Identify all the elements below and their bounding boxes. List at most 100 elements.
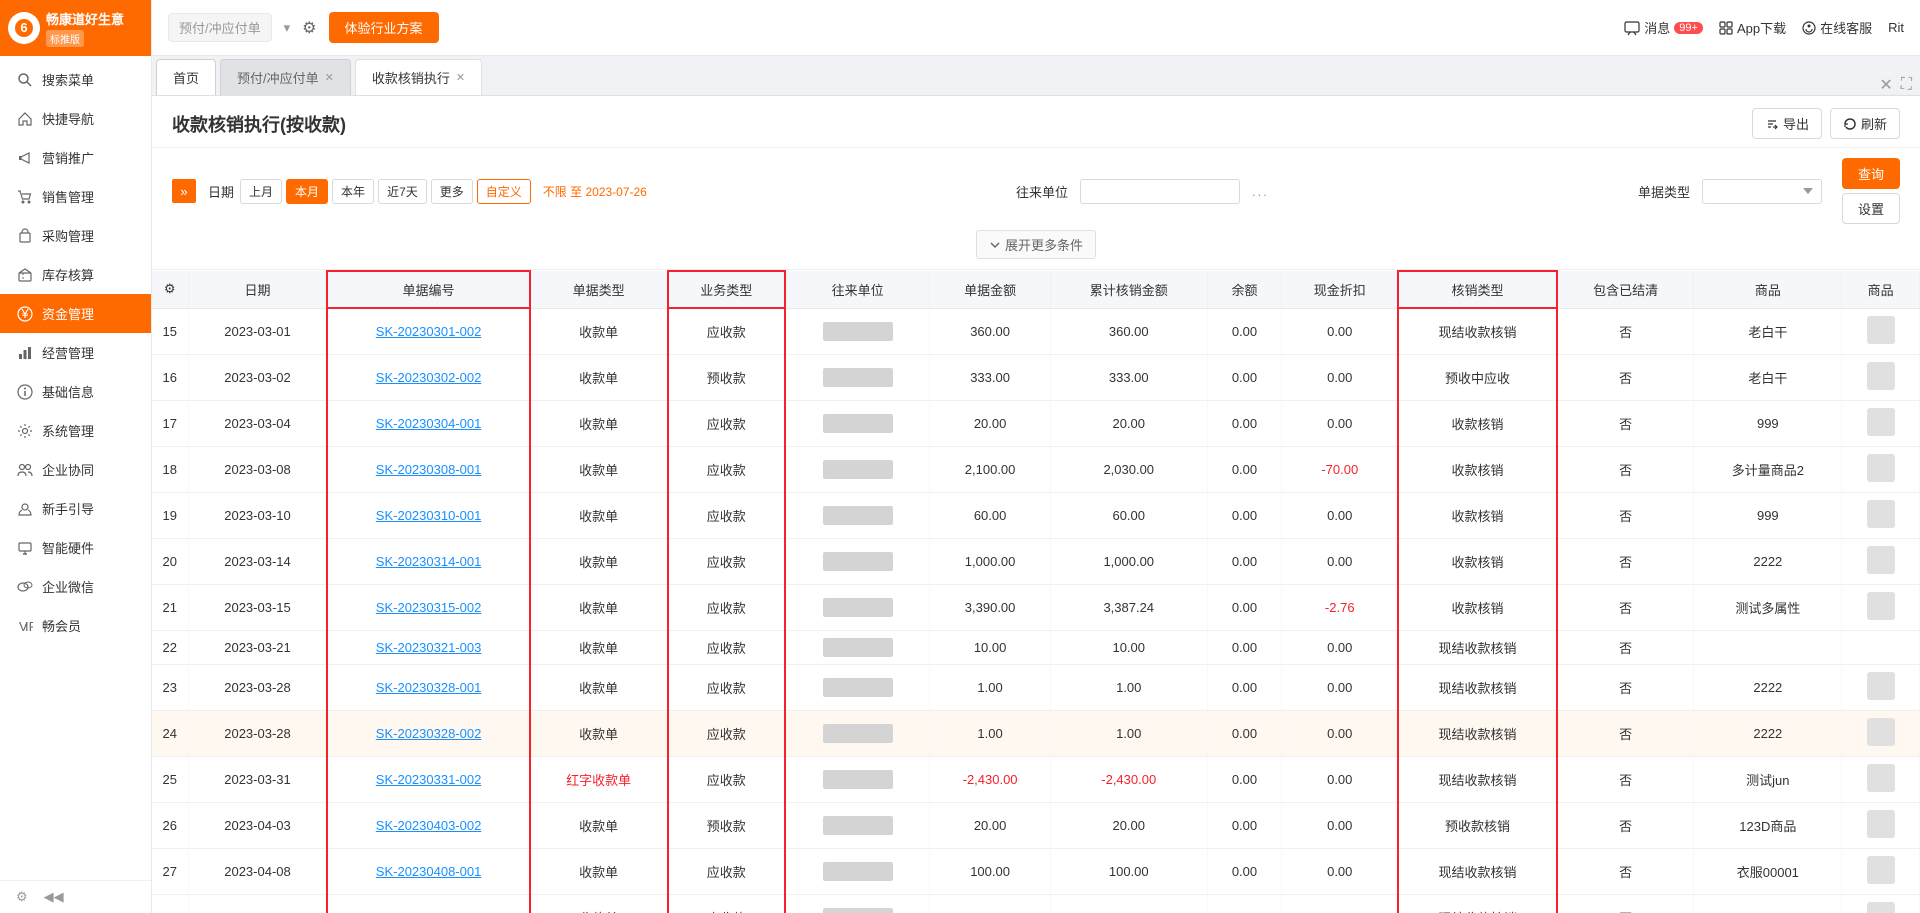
table-row[interactable]: 242023-03-28SK-20230328-002收款单应收款 1.001.… xyxy=(152,710,1920,756)
table-row[interactable]: 152023-03-01SK-20230301-002收款单应收款 360.00… xyxy=(152,308,1920,354)
sidebar-item-sales[interactable]: 销售管理 xyxy=(0,177,151,216)
info-icon xyxy=(16,383,34,401)
sidebar-item-guide[interactable]: 新手引导 xyxy=(0,489,151,528)
doc-type-select[interactable] xyxy=(1702,179,1822,204)
sidebar-item-wechat[interactable]: 企业微信 xyxy=(0,567,151,606)
expand-filter-btn[interactable]: 展开更多条件 xyxy=(976,230,1096,259)
partner-mask xyxy=(823,678,893,697)
col-date-header[interactable]: 日期 xyxy=(188,271,327,308)
sidebar-item-member[interactable]: VIP 畅会员 xyxy=(0,606,151,645)
table-row[interactable]: 262023-04-03SK-20230403-002收款单预收款 20.002… xyxy=(152,802,1920,848)
docno-cell[interactable]: SK-20230403-002 xyxy=(327,802,529,848)
col-goods2-header[interactable]: 商品 xyxy=(1842,271,1920,308)
refresh-btn[interactable]: 刷新 xyxy=(1830,108,1900,139)
tab-close-window-icon[interactable]: ✕ xyxy=(1879,75,1892,95)
col-amount-header[interactable]: 单据金额 xyxy=(930,271,1050,308)
collapse-icon[interactable]: ◀◀ xyxy=(44,889,64,905)
partner-input[interactable] xyxy=(1080,179,1240,204)
doctype-cell: 红字收款单 xyxy=(530,756,668,802)
app-download-btn[interactable]: App下载 xyxy=(1719,18,1786,37)
table-row[interactable]: 172023-03-04SK-20230304-001收款单应收款 20.002… xyxy=(152,400,1920,446)
docno-cell[interactable]: SK-20230304-001 xyxy=(327,400,529,446)
app-label: App下载 xyxy=(1737,18,1786,37)
table-row[interactable]: 252023-03-31SK-20230331-002红字收款单应收款 -2,4… xyxy=(152,756,1920,802)
docno-cell[interactable]: SK-20230302-002 xyxy=(327,354,529,400)
col-balance-header[interactable]: 余额 xyxy=(1207,271,1282,308)
table-row[interactable]: 212023-03-15SK-20230315-002收款单应收款 3,390.… xyxy=(152,584,1920,630)
date-btn-last-month[interactable]: 上月 xyxy=(240,179,282,204)
col-canceltype-header[interactable]: 核销类型 xyxy=(1398,271,1557,308)
date-btn-this-month[interactable]: 本月 xyxy=(286,179,328,204)
balance-cell: 0.00 xyxy=(1207,802,1282,848)
sidebar-item-finance[interactable]: ¥ 资金管理 xyxy=(0,294,151,333)
discount-cell: 0.00 xyxy=(1282,664,1399,710)
table-row[interactable]: 222023-03-21SK-20230321-003收款单应收款 10.001… xyxy=(152,630,1920,664)
tab-prepay[interactable]: 预付/冲应付单 ✕ xyxy=(220,59,351,95)
date-btn-7days[interactable]: 近7天 xyxy=(378,179,427,204)
sidebar-item-inventory[interactable]: 库存核算 xyxy=(0,255,151,294)
sidebar-item-purchase[interactable]: 采购管理 xyxy=(0,216,151,255)
col-goods1-header[interactable]: 商品 xyxy=(1694,271,1842,308)
col-docno-header[interactable]: 单据编号 xyxy=(327,271,529,308)
goods1-cell: 2222 xyxy=(1694,710,1842,756)
gear-icon[interactable]: ⚙ xyxy=(302,18,316,38)
table-row[interactable]: 182023-03-08SK-20230308-001收款单应收款 2,100.… xyxy=(152,446,1920,492)
tab-prepay-close[interactable]: ✕ xyxy=(325,71,334,84)
filter-settings-btn[interactable]: 设置 xyxy=(1842,193,1900,224)
sidebar-item-quicknav[interactable]: 快捷导航 xyxy=(0,99,151,138)
sidebar-item-marketing[interactable]: 营销推广 xyxy=(0,138,151,177)
date-btn-custom[interactable]: 自定义 xyxy=(477,179,531,204)
docno-cell[interactable]: SK-20230418-001 xyxy=(327,894,529,913)
docno-cell[interactable]: SK-20230321-003 xyxy=(327,630,529,664)
table-row[interactable]: 232023-03-28SK-20230328-001收款单应收款 1.001.… xyxy=(152,664,1920,710)
docno-cell[interactable]: SK-20230314-001 xyxy=(327,538,529,584)
query-btn[interactable]: 查询 xyxy=(1842,158,1900,189)
table-row[interactable]: 202023-03-14SK-20230314-001收款单应收款 1,000.… xyxy=(152,538,1920,584)
col-discount-header[interactable]: 现金折扣 xyxy=(1282,271,1399,308)
sidebar-item-collab[interactable]: 企业协同 xyxy=(0,450,151,489)
table-row[interactable]: 282023-04-18SK-20230418-001收款单应收款 100.00… xyxy=(152,894,1920,913)
col-settings-header[interactable]: ⚙ xyxy=(152,271,188,308)
service-btn[interactable]: 在线客服 xyxy=(1802,18,1872,37)
sidebar-item-basic[interactable]: 基础信息 xyxy=(0,372,151,411)
docno-cell[interactable]: SK-20230328-002 xyxy=(327,710,529,756)
col-settled-header[interactable]: 包含已结清 xyxy=(1557,271,1694,308)
docno-cell[interactable]: SK-20230310-001 xyxy=(327,492,529,538)
tab-collect[interactable]: 收款核销执行 ✕ xyxy=(355,59,482,95)
col-biztype-header[interactable]: 业务类型 xyxy=(668,271,785,308)
col-doctype-header[interactable]: 单据类型 xyxy=(530,271,668,308)
docno-cell[interactable]: SK-20230328-001 xyxy=(327,664,529,710)
date-btn-this-year[interactable]: 本年 xyxy=(332,179,374,204)
col-partner-header[interactable]: 往来单位 xyxy=(785,271,930,308)
messages-btn[interactable]: 消息 99+ xyxy=(1624,18,1703,37)
docno-cell[interactable]: SK-20230331-002 xyxy=(327,756,529,802)
tab-collect-close[interactable]: ✕ xyxy=(456,71,465,84)
goods1-cell: 999 xyxy=(1694,492,1842,538)
date-cell: 2023-03-21 xyxy=(188,630,327,664)
docno-cell[interactable]: SK-20230315-002 xyxy=(327,584,529,630)
table-row[interactable]: 162023-03-02SK-20230302-002收款单预收款 333.00… xyxy=(152,354,1920,400)
export-btn[interactable]: 导出 xyxy=(1752,108,1822,139)
industry-btn[interactable]: 体验行业方案 xyxy=(329,12,439,43)
amount-cell: 100.00 xyxy=(930,848,1050,894)
sidebar-item-hardware[interactable]: 智能硬件 xyxy=(0,528,151,567)
goods1-cell: 测试jun xyxy=(1694,756,1842,802)
sidebar-item-system[interactable]: 系统管理 xyxy=(0,411,151,450)
docno-cell[interactable]: SK-20230308-001 xyxy=(327,446,529,492)
canceltype-cell: 收款核销 xyxy=(1398,446,1557,492)
date-btn-more[interactable]: 更多 xyxy=(431,179,473,204)
table-row[interactable]: 272023-04-08SK-20230408-001收款单应收款 100.00… xyxy=(152,848,1920,894)
seq-cell: 21 xyxy=(152,584,188,630)
sidebar-item-search[interactable]: 搜索菜单 xyxy=(0,60,151,99)
table-row[interactable]: 192023-03-10SK-20230310-001收款单应收款 60.006… xyxy=(152,492,1920,538)
tab-home[interactable]: 首页 xyxy=(156,59,216,95)
docno-cell[interactable]: SK-20230301-002 xyxy=(327,308,529,354)
settings-bottom-icon[interactable]: ⚙ xyxy=(16,889,28,905)
tab-maximize-icon[interactable]: ⛶ xyxy=(1901,76,1912,94)
sidebar-item-operation[interactable]: 经营管理 xyxy=(0,333,151,372)
docno-cell[interactable]: SK-20230408-001 xyxy=(327,848,529,894)
col-accum-header[interactable]: 累计核销金额 xyxy=(1050,271,1207,308)
accum-cell: 1,000.00 xyxy=(1050,538,1207,584)
filter-toggle-btn[interactable]: » xyxy=(172,179,196,203)
settled-cell: 否 xyxy=(1557,492,1694,538)
